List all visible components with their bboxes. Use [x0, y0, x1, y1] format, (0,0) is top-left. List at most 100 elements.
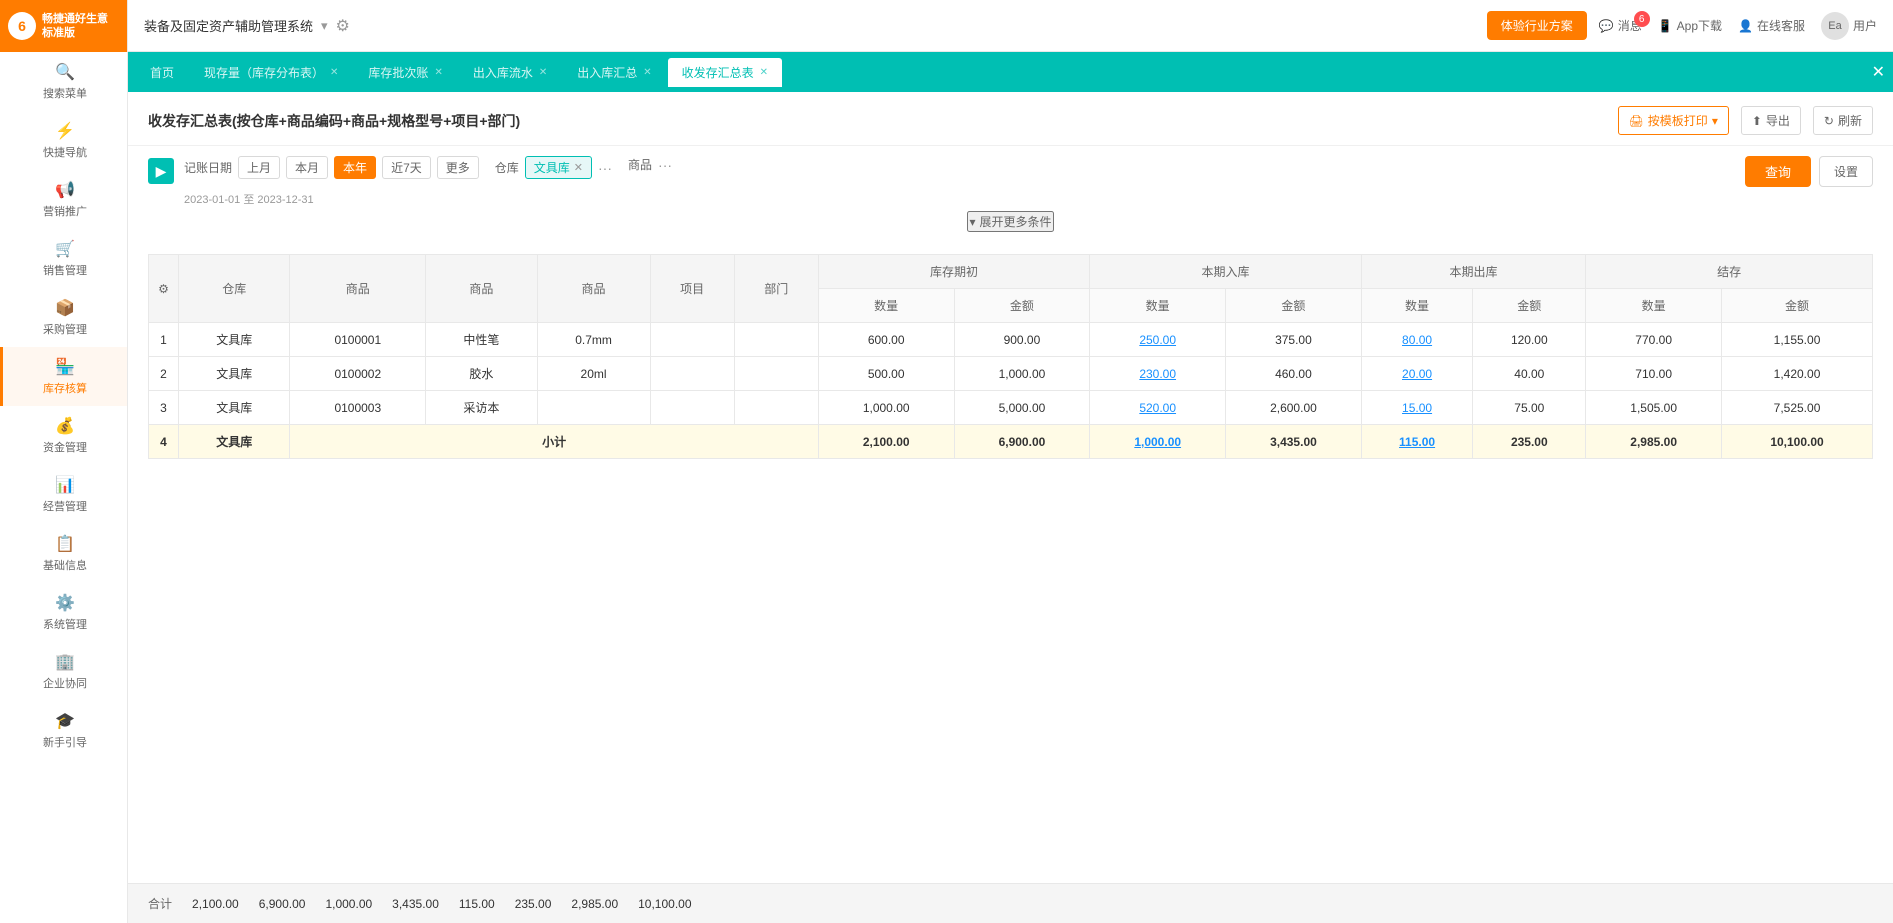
product-more-icon[interactable]: ··· — [658, 157, 672, 173]
sidebar-item-quick[interactable]: ⚡ 快捷导航 — [0, 111, 127, 170]
more-date-btn[interactable]: 更多 — [437, 156, 479, 179]
last-month-btn[interactable]: 上月 — [238, 156, 280, 179]
row-no: 2 — [149, 357, 179, 391]
export-btn[interactable]: ⬆ 导出 — [1741, 106, 1801, 135]
tabs-close-all[interactable]: ✕ — [1872, 62, 1885, 82]
row-in-qty[interactable]: 250.00 — [1090, 323, 1226, 357]
print-btn[interactable]: 🖨 按模板打印 ▾ — [1618, 106, 1729, 135]
total-bal-amt: 10,100.00 — [638, 897, 691, 911]
th-in: 本期入库 — [1090, 255, 1362, 289]
total-in-amt: 3,435.00 — [392, 897, 439, 911]
row-product-spec: 20ml — [537, 357, 650, 391]
tab-stock-dist[interactable]: 现存量（库存分布表） ✕ — [190, 58, 352, 87]
sidebar-item-sales[interactable]: 🛒 销售管理 — [0, 229, 127, 288]
in-qty-link[interactable]: 520.00 — [1139, 401, 1176, 415]
warehouse-tag: 文具库 ✕ — [525, 156, 592, 179]
sidebar-item-search[interactable]: 🔍 搜索菜单 — [0, 52, 127, 111]
dropdown-icon[interactable]: ▾ — [321, 18, 328, 34]
system-icon: ⚙️ — [55, 593, 75, 613]
user-action[interactable]: Ea 用户 — [1821, 12, 1877, 40]
row-product-spec: 0.7mm — [537, 323, 650, 357]
row-warehouse: 文具库 — [179, 357, 290, 391]
settings-icon[interactable]: ⚙ — [336, 16, 350, 36]
row-out-qty[interactable]: 20.00 — [1361, 357, 1472, 391]
search-icon: 🔍 — [55, 62, 75, 82]
avatar: Ea — [1821, 12, 1849, 40]
subtotal-warehouse: 文具库 — [179, 425, 290, 459]
row-open-amt: 900.00 — [954, 323, 1090, 357]
tab-close-icon[interactable]: ✕ — [760, 67, 768, 78]
sidebar-item-system[interactable]: ⚙️ 系统管理 — [0, 583, 127, 642]
sidebar-item-finance[interactable]: 💰 资金管理 — [0, 406, 127, 465]
row-department — [734, 323, 818, 357]
total-open-qty: 2,100.00 — [192, 897, 239, 911]
tab-close-icon[interactable]: ✕ — [434, 67, 442, 78]
last-7-days-btn[interactable]: 近7天 — [382, 156, 431, 179]
tab-inout-flow[interactable]: 出入库流水 ✕ — [459, 58, 561, 87]
warehouse-filter-label: 仓库 — [495, 159, 519, 176]
row-out-amt: 120.00 — [1473, 323, 1586, 357]
app-download-action[interactable]: 📱 App下载 — [1658, 17, 1722, 34]
date-filter: 记账日期 上月 本月 本年 近7天 更多 — [184, 156, 479, 179]
in-qty-link[interactable]: 250.00 — [1139, 333, 1176, 347]
table-settings-icon[interactable]: ⚙ — [158, 282, 169, 296]
guide-icon: 🎓 — [55, 711, 75, 731]
warehouse-value: 文具库 — [534, 159, 570, 176]
refresh-btn[interactable]: ↻ 刷新 — [1813, 106, 1873, 135]
system-name: 装备及固定资产辅助管理系统 — [144, 16, 313, 35]
tab-close-icon[interactable]: ✕ — [330, 67, 338, 78]
subtotal-out-qty[interactable]: 115.00 — [1361, 425, 1472, 459]
tab-close-icon[interactable]: ✕ — [539, 67, 547, 78]
row-open-qty: 600.00 — [818, 323, 954, 357]
column-settings-btn[interactable]: 设置 — [1819, 156, 1873, 187]
trial-btn[interactable]: 体验行业方案 — [1487, 11, 1587, 40]
page-title: 收发存汇总表(按仓库+商品编码+商品+规格型号+项目+部门) — [148, 111, 520, 131]
total-bal-qty: 2,985.00 — [571, 897, 618, 911]
out-qty-link[interactable]: 20.00 — [1402, 367, 1432, 381]
sidebar-item-basic[interactable]: 📋 基础信息 — [0, 524, 127, 583]
out-qty-link[interactable]: 15.00 — [1402, 401, 1432, 415]
row-out-qty[interactable]: 80.00 — [1361, 323, 1472, 357]
tab-home[interactable]: 首页 — [136, 58, 188, 87]
row-in-qty[interactable]: 520.00 — [1090, 391, 1226, 425]
tab-inout-summary[interactable]: 出入库汇总 ✕ — [563, 58, 665, 87]
filter-inline: ▶ 记账日期 上月 本月 本年 近7天 更多 — [148, 156, 1873, 187]
subtotal-out-qty-link[interactable]: 115.00 — [1399, 435, 1435, 449]
sidebar-item-enterprise[interactable]: 🏢 企业协同 — [0, 642, 127, 701]
filter-toggle-btn[interactable]: ▶ — [148, 158, 174, 184]
subtotal-in-qty-link[interactable]: 1,000.00 — [1134, 435, 1181, 449]
subtotal-in-qty[interactable]: 1,000.00 — [1090, 425, 1226, 459]
tab-batch-label: 库存批次账 — [368, 64, 428, 81]
in-qty-link[interactable]: 230.00 — [1139, 367, 1176, 381]
row-out-qty[interactable]: 15.00 — [1361, 391, 1472, 425]
th-out: 本期出库 — [1361, 255, 1585, 289]
warehouse-more-icon[interactable]: ··· — [598, 160, 612, 176]
content-area: 收发存汇总表(按仓库+商品编码+商品+规格型号+项目+部门) 🖨 按模板打印 ▾… — [128, 92, 1893, 883]
sidebar-item-guide[interactable]: 🎓 新手引导 — [0, 701, 127, 760]
sidebar-item-label: 库存核算 — [43, 380, 87, 396]
th-settings[interactable]: ⚙ — [149, 255, 179, 323]
tab-batch[interactable]: 库存批次账 ✕ — [354, 58, 456, 87]
online-service-label: 在线客服 — [1757, 17, 1805, 34]
sidebar-item-operation[interactable]: 📊 经营管理 — [0, 465, 127, 524]
inventory-icon: 🏪 — [55, 357, 75, 377]
sidebar-item-purchase[interactable]: 📦 采购管理 — [0, 288, 127, 347]
this-month-btn[interactable]: 本月 — [286, 156, 328, 179]
sidebar-item-marketing[interactable]: 📢 营销推广 — [0, 170, 127, 229]
logo-icon: 6 — [8, 12, 36, 40]
basic-icon: 📋 — [55, 534, 75, 554]
this-year-btn[interactable]: 本年 — [334, 156, 376, 179]
th-in-qty: 数量 — [1090, 289, 1226, 323]
warehouse-remove-icon[interactable]: ✕ — [574, 161, 583, 174]
row-in-qty[interactable]: 230.00 — [1090, 357, 1226, 391]
row-out-amt: 40.00 — [1473, 357, 1586, 391]
row-open-qty: 500.00 — [818, 357, 954, 391]
expand-more-btn[interactable]: ▾ 展开更多条件 — [967, 211, 1053, 232]
message-action[interactable]: 💬 消息 6 — [1599, 17, 1642, 34]
tab-recv-send[interactable]: 收发存汇总表 ✕ — [668, 58, 782, 87]
tab-close-icon[interactable]: ✕ — [643, 67, 651, 78]
out-qty-link[interactable]: 80.00 — [1402, 333, 1432, 347]
sidebar-item-inventory[interactable]: 🏪 库存核算 — [0, 347, 127, 406]
online-service-action[interactable]: 👤 在线客服 — [1738, 17, 1805, 34]
query-btn[interactable]: 查询 — [1745, 156, 1811, 187]
